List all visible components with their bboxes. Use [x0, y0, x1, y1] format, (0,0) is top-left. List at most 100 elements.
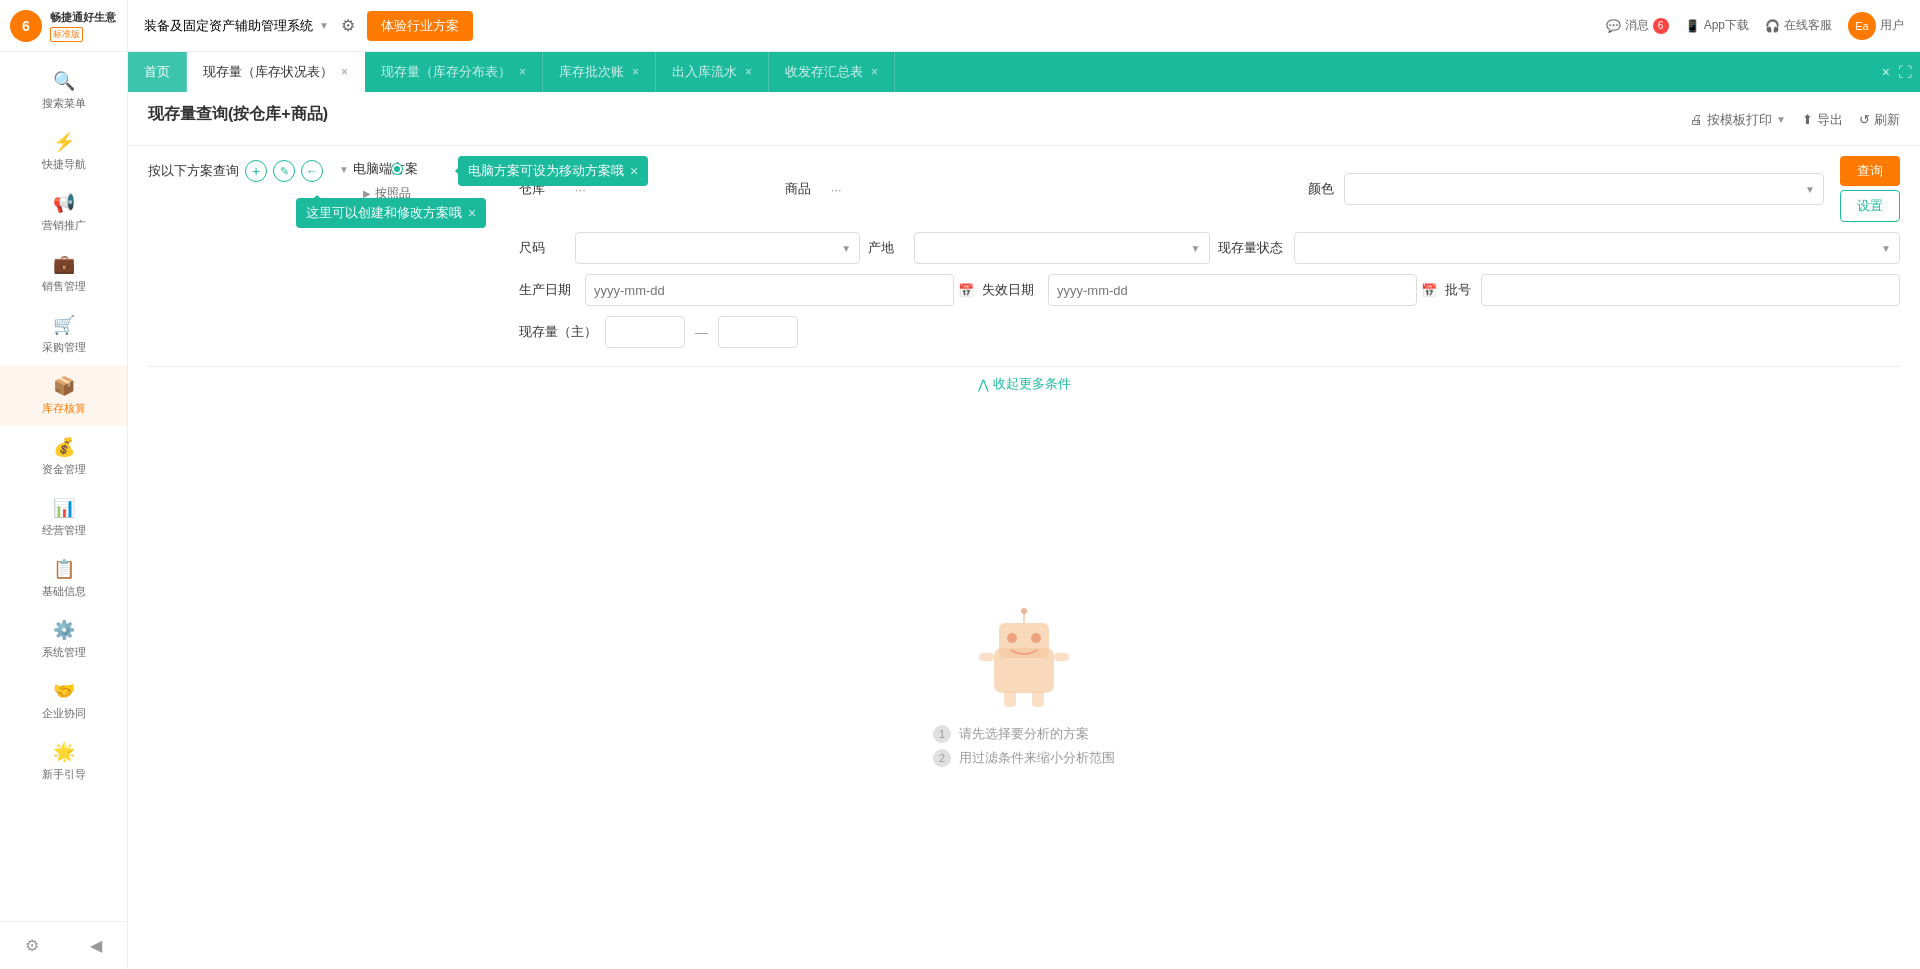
headset-icon: 🎧 — [1765, 19, 1780, 33]
add-scheme-btn[interactable]: + — [245, 160, 267, 182]
tab-close-inventory-dist[interactable]: × — [519, 65, 526, 79]
svg-rect-6 — [979, 653, 994, 661]
form-row-4: 现存量（主） — — [519, 316, 1900, 348]
tab-batch[interactable]: 库存批次账 × — [543, 52, 656, 92]
app-download-btn[interactable]: 📱 App下载 — [1685, 17, 1749, 34]
refresh-icon: ↺ — [1859, 112, 1870, 127]
trial-btn[interactable]: 体验行业方案 — [367, 11, 473, 41]
tab-home[interactable]: 首页 — [128, 52, 187, 92]
export-btn[interactable]: ⬆ 导出 — [1802, 111, 1843, 129]
tab-flow[interactable]: 出入库流水 × — [656, 52, 769, 92]
produce-date-input-wrap: 📅 — [585, 274, 974, 306]
empty-robot-svg — [969, 603, 1079, 713]
operation-icon: 📊 — [53, 497, 75, 519]
origin-field: 产地 ▼ — [868, 232, 1209, 264]
expire-date-input-wrap: 📅 — [1048, 274, 1437, 306]
sidebar-item-finance[interactable]: 💰 资金管理 — [0, 426, 127, 487]
page-header: 现存量查询(按仓库+商品) 🖨 按模板打印 ▼ ⬆ 导出 ↺ 刷新 — [128, 92, 1920, 146]
logo-icon: 6 — [10, 10, 42, 42]
refresh-btn[interactable]: ↺ 刷新 — [1859, 111, 1900, 129]
color-field: 颜色 ▼ — [1308, 173, 1824, 205]
expire-date-input[interactable] — [1048, 274, 1417, 306]
sidebar-item-basic[interactable]: 📋 基础信息 — [0, 548, 127, 609]
edit-scheme-btn[interactable]: ✎ — [273, 160, 295, 182]
stock-main-from-input[interactable] — [605, 316, 685, 348]
sidebar-item-operation[interactable]: 📊 经营管理 — [0, 487, 127, 548]
sidebar-item-marketing[interactable]: 📢 营销推广 — [0, 182, 127, 243]
tabs-end: × ⛶ — [1874, 52, 1920, 92]
origin-select[interactable]: ▼ — [914, 232, 1209, 264]
sidebar-settings-btn[interactable]: ⚙ — [21, 932, 43, 959]
sales-icon: 💼 — [53, 253, 75, 275]
enterprise-icon: 🤝 — [53, 680, 75, 702]
sidebar-item-sales[interactable]: 💼 销售管理 — [0, 243, 127, 304]
step1-num: 1 — [933, 725, 951, 743]
message-btn[interactable]: 💬 消息 6 — [1606, 17, 1669, 34]
guide-icon: 🌟 — [53, 741, 75, 763]
message-icon: 💬 — [1606, 19, 1621, 33]
tab-fullscreen-btn[interactable]: ⛶ — [1898, 64, 1912, 80]
produce-date-calendar-icon[interactable]: 📅 — [958, 283, 974, 298]
collapse-arrow-icon: ⋀ — [978, 377, 989, 392]
sidebar-item-purchase[interactable]: 🛒 采购管理 — [0, 304, 127, 365]
action-buttons: 查询 设置 — [1840, 156, 1900, 222]
print-btn[interactable]: 🖨 按模板打印 ▼ — [1690, 111, 1786, 129]
logo-text: 畅捷通好生意 标准版 — [50, 10, 116, 42]
tab-close-inventory-status[interactable]: × — [341, 65, 348, 79]
tab-close-all-btn[interactable]: × — [1882, 64, 1890, 80]
tab-close-flow[interactable]: × — [745, 65, 752, 79]
stock-main-to-input[interactable] — [718, 316, 798, 348]
tooltip-arrow-left-indicator — [450, 166, 460, 176]
empty-state-icon — [969, 603, 1079, 713]
sidebar-item-search[interactable]: 🔍 搜索菜单 — [0, 60, 127, 121]
search-icon: 🔍 — [53, 70, 75, 92]
svg-rect-7 — [1054, 653, 1069, 661]
step2-num: 2 — [933, 749, 951, 767]
sidebar-item-enterprise[interactable]: 🤝 企业协同 — [0, 670, 127, 731]
svg-point-3 — [1031, 633, 1041, 643]
color-select[interactable]: ▼ — [1344, 173, 1824, 205]
produce-date-field: 生产日期 📅 — [519, 274, 974, 306]
stock-status-select[interactable]: ▼ — [1294, 232, 1901, 264]
goods-dots[interactable]: ··· — [831, 182, 842, 197]
tab-collect[interactable]: 收发存汇总表 × — [769, 52, 895, 92]
tooltip-scheme-close[interactable]: × — [468, 205, 476, 221]
sidebar-item-quick[interactable]: ⚡ 快捷导航 — [0, 121, 127, 182]
topbar-gear-icon[interactable]: ⚙ — [341, 16, 355, 35]
svg-rect-9 — [1032, 691, 1044, 707]
stock-status-dropdown-arrow: ▼ — [1881, 243, 1891, 254]
tab-inventory-status[interactable]: 现存量（库存状况表） × — [187, 52, 365, 92]
collapse-bar[interactable]: ⋀ 收起更多条件 — [148, 366, 1900, 401]
form-row-3: 生产日期 📅 失效日期 📅 — [519, 274, 1900, 306]
tab-close-batch[interactable]: × — [632, 65, 639, 79]
reset-btn[interactable]: 设置 — [1840, 190, 1900, 222]
page-title: 现存量查询(按仓库+商品) — [148, 104, 328, 135]
inventory-icon: 📦 — [53, 375, 75, 397]
back-btn[interactable]: ← — [301, 160, 323, 182]
toolbar: 🖨 按模板打印 ▼ ⬆ 导出 ↺ 刷新 — [1690, 111, 1900, 129]
expire-date-calendar-icon[interactable]: 📅 — [1421, 283, 1437, 298]
user-menu[interactable]: Ea 用户 — [1848, 12, 1904, 40]
sidebar-item-inventory[interactable]: 📦 库存核算 — [0, 365, 127, 426]
expire-date-field: 失效日期 📅 — [982, 274, 1437, 306]
goods-field: 商品 ··· — [785, 180, 1301, 198]
search-btn[interactable]: 查询 — [1840, 156, 1900, 186]
tab-close-collect[interactable]: × — [871, 65, 878, 79]
form-row-2: 尺码 ▼ 产地 ▼ — [519, 232, 1900, 264]
empty-state: 1 请先选择要分析的方案 2 用过滤条件来缩小分析范围 — [128, 401, 1920, 969]
origin-dropdown-arrow: ▼ — [1191, 243, 1201, 254]
tab-inventory-dist[interactable]: 现存量（库存分布表） × — [365, 52, 543, 92]
support-btn[interactable]: 🎧 在线客服 — [1765, 17, 1832, 34]
produce-date-input[interactable] — [585, 274, 954, 306]
sidebar-menu: 🔍 搜索菜单 ⚡ 快捷导航 📢 营销推广 💼 销售管理 🛒 采购管理 📦 库存核… — [0, 52, 127, 921]
sidebar-item-system[interactable]: ⚙️ 系统管理 — [0, 609, 127, 670]
batch-input[interactable] — [1481, 274, 1900, 306]
size-select[interactable]: ▼ — [575, 232, 860, 264]
sidebar-collapse-btn[interactable]: ◀ — [86, 932, 106, 959]
tooltip-pc-close[interactable]: × — [630, 163, 638, 179]
topbar-right: 💬 消息 6 📱 App下载 🎧 在线客服 Ea 用户 — [1606, 12, 1904, 40]
title-dropdown-arrow: ▼ — [319, 20, 329, 31]
form-fields: 仓库 ··· 商品 ··· 颜色 ▼ — [499, 156, 1900, 358]
system-title[interactable]: 装备及固定资产辅助管理系统 ▼ — [144, 17, 329, 35]
sidebar-item-guide[interactable]: 🌟 新手引导 — [0, 731, 127, 792]
